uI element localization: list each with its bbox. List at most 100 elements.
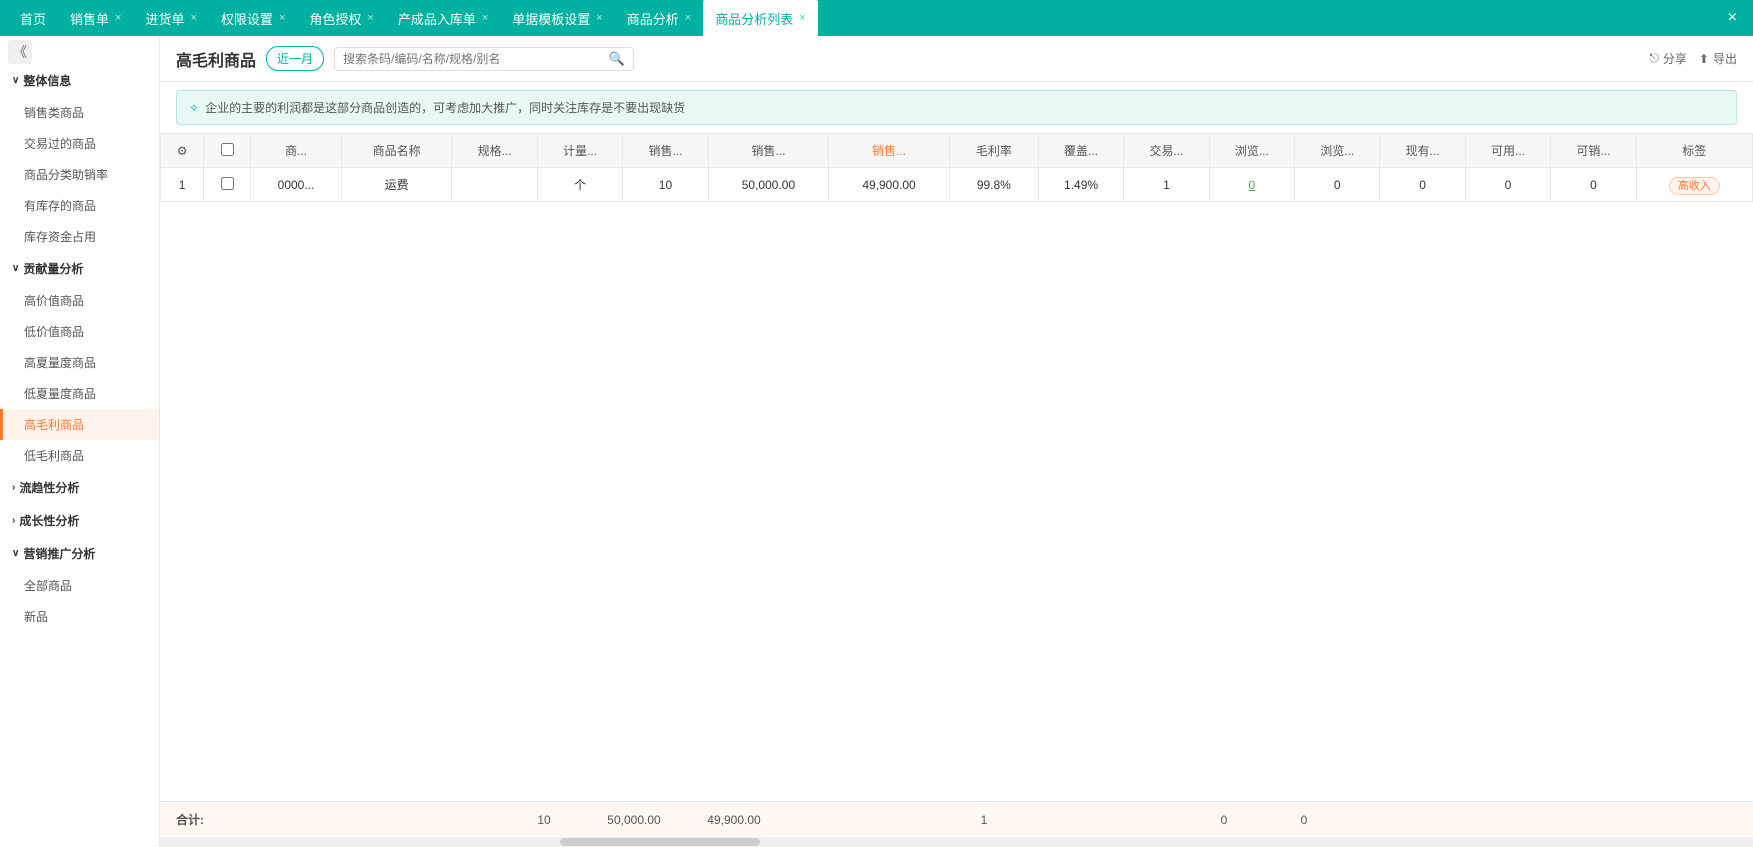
sidebar-item-stocked-goods[interactable]: 有库存的商品 <box>0 190 159 221</box>
share-button[interactable]: ⎋ 分享 <box>1649 50 1687 67</box>
sidebar-item-high-value[interactable]: 高价值商品 <box>0 285 159 316</box>
close-permission-icon[interactable]: × <box>279 12 285 24</box>
col-coverage[interactable]: 覆盖... <box>1038 134 1123 168</box>
content-header: 高毛利商品 近一月 🔍 ⎋ 分享 ⬆ 导出 <box>160 36 1753 82</box>
sidebar-group-growth[interactable]: › 成长性分析 <box>0 504 159 537</box>
arrow-overall-icon: ∨ <box>12 75 19 86</box>
scrollbar-thumb[interactable] <box>560 838 760 846</box>
col-current-stock[interactable]: 现有... <box>1380 134 1465 168</box>
nav-sales[interactable]: 销售单 × <box>58 0 133 36</box>
sidebar-item-all-goods[interactable]: 全部商品 <box>0 570 159 601</box>
close-sales-icon[interactable]: × <box>115 12 121 24</box>
close-warehouse-icon[interactable]: × <box>482 12 488 24</box>
cell-sellable: 0 <box>1551 168 1636 202</box>
cell-name: 运费 <box>341 168 452 202</box>
cell-sales-amount: 50,000.00 <box>708 168 829 202</box>
select-all-checkbox[interactable] <box>221 143 234 156</box>
col-gross-rate[interactable]: 毛利率 <box>949 134 1038 168</box>
nav-purchase[interactable]: 进货单 × <box>133 0 208 36</box>
cell-browse1[interactable]: 0 <box>1209 168 1294 202</box>
search-icon[interactable]: 🔍 <box>609 51 625 67</box>
col-spec[interactable]: 规格... <box>452 134 537 168</box>
tag-badge: 高收入 <box>1669 177 1720 195</box>
col-sales-net[interactable]: 销售... <box>829 134 950 168</box>
export-icon: ⬆ <box>1699 52 1709 66</box>
cell-transaction: 1 <box>1124 168 1209 202</box>
col-sellable[interactable]: 可销... <box>1551 134 1636 168</box>
arrow-contribution-icon: ∨ <box>12 263 19 274</box>
info-text: 企业的主要的利润都是这部分商品创造的，可考虑加大推广，同时关注库存是不要出现缺货 <box>205 99 685 116</box>
close-analysis-icon[interactable]: × <box>685 12 691 24</box>
sidebar-item-low-value[interactable]: 低价值商品 <box>0 316 159 347</box>
col-sales-amount[interactable]: 销售... <box>708 134 829 168</box>
sidebar-item-new-goods[interactable]: 新品 <box>0 601 159 632</box>
sidebar-item-traded-goods[interactable]: 交易过的商品 <box>0 128 159 159</box>
table-header-row: ⚙ 商... 商品名称 规格... 计量... 销售... 销售... 销售..… <box>161 134 1753 168</box>
cell-sales-net: 49,900.00 <box>829 168 950 202</box>
col-sales-qty[interactable]: 销售... <box>623 134 708 168</box>
sidebar-item-low-frequency[interactable]: 低夏量度商品 <box>0 378 159 409</box>
sidebar-item-sales-goods[interactable]: 销售类商品 <box>0 97 159 128</box>
sidebar-group-marketing[interactable]: ∨ 营销推广分析 <box>0 537 159 570</box>
nav-analysis[interactable]: 商品分析 × <box>615 0 703 36</box>
cell-tag: 高收入 <box>1636 168 1752 202</box>
info-banner: ✧ 企业的主要的利润都是这部分商品创造的，可考虑加大推广，同时关注库存是不要出现… <box>176 90 1737 125</box>
col-transaction[interactable]: 交易... <box>1124 134 1209 168</box>
col-browse2[interactable]: 浏览... <box>1295 134 1380 168</box>
col-checkbox[interactable] <box>204 134 251 168</box>
total-current-stock: 0 <box>1184 813 1264 827</box>
search-input[interactable] <box>343 52 609 66</box>
collapse-sidebar-button[interactable]: 《 <box>8 40 32 64</box>
cell-sales-qty: 10 <box>623 168 708 202</box>
sidebar-group-contribution[interactable]: ∨ 贡献量分析 <box>0 252 159 285</box>
data-table-container[interactable]: ⚙ 商... 商品名称 规格... 计量... 销售... 销售... 销售..… <box>160 133 1753 801</box>
cell-browse2: 0 <box>1295 168 1380 202</box>
nav-permission[interactable]: 权限设置 × <box>209 0 297 36</box>
total-sales-amount: 50,000.00 <box>584 813 684 827</box>
total-transaction: 1 <box>944 813 1024 827</box>
close-analysis-list-icon[interactable]: × <box>799 12 805 24</box>
cell-gross-rate: 99.8% <box>949 168 1038 202</box>
arrow-marketing-icon: ∨ <box>12 548 19 559</box>
close-template-icon[interactable]: × <box>596 12 602 24</box>
sidebar-item-high-margin[interactable]: 高毛利商品 <box>0 409 159 440</box>
sidebar-group-trend[interactable]: › 流趋性分析 <box>0 471 159 504</box>
cell-coverage: 1.49% <box>1038 168 1123 202</box>
nav-warehouse[interactable]: 产成品入库单 × <box>386 0 500 36</box>
total-sales-net: 49,900.00 <box>684 813 784 827</box>
cell-unit: 个 <box>537 168 622 202</box>
sidebar-item-high-frequency[interactable]: 高夏量度商品 <box>0 347 159 378</box>
close-purchase-icon[interactable]: × <box>190 12 196 24</box>
cell-checkbox[interactable] <box>204 168 251 202</box>
sidebar-item-category-rate[interactable]: 商品分类助销率 <box>0 159 159 190</box>
col-tag[interactable]: 标签 <box>1636 134 1752 168</box>
col-available-stock[interactable]: 可用... <box>1465 134 1550 168</box>
search-box: 🔍 <box>334 47 634 71</box>
col-browse1[interactable]: 浏览... <box>1209 134 1294 168</box>
page-title: 高毛利商品 <box>176 47 256 71</box>
sidebar-group-overall[interactable]: ∨ 整体信息 <box>0 64 159 97</box>
col-code[interactable]: 商... <box>251 134 341 168</box>
window-close-icon[interactable]: × <box>1720 9 1745 27</box>
total-label: 合计: <box>176 811 204 828</box>
nav-analysis-list[interactable]: 商品分析列表 × <box>703 0 817 36</box>
col-unit[interactable]: 计量... <box>537 134 622 168</box>
sidebar-item-stock-capital[interactable]: 库存资金占用 <box>0 221 159 252</box>
close-role-icon[interactable]: × <box>367 12 373 24</box>
col-settings[interactable]: ⚙ <box>161 134 204 168</box>
nav-role[interactable]: 角色授权 × <box>297 0 385 36</box>
col-name[interactable]: 商品名称 <box>341 134 452 168</box>
horizontal-scrollbar[interactable] <box>160 837 1753 847</box>
period-button[interactable]: 近一月 <box>266 46 324 71</box>
sidebar-item-low-margin[interactable]: 低毛利商品 <box>0 440 159 471</box>
share-icon: ⎋ <box>1649 51 1659 66</box>
export-button[interactable]: ⬆ 导出 <box>1699 50 1737 67</box>
nav-template[interactable]: 单据模板设置 × <box>500 0 614 36</box>
total-available-stock: 0 <box>1264 813 1344 827</box>
cell-available-stock: 0 <box>1465 168 1550 202</box>
content-area: 高毛利商品 近一月 🔍 ⎋ 分享 ⬆ 导出 ✧ 企业的主要的利润都是这部分商品创… <box>160 36 1753 847</box>
sidebar: 《 ∨ 整体信息 销售类商品 交易过的商品 商品分类助销率 有库存的商品 库存资… <box>0 36 160 847</box>
total-sales-qty: 10 <box>504 813 584 827</box>
nav-home[interactable]: 首页 <box>8 0 58 36</box>
footer-totals: 合计: 10 50,000.00 49,900.00 1 0 0 <box>160 801 1753 837</box>
